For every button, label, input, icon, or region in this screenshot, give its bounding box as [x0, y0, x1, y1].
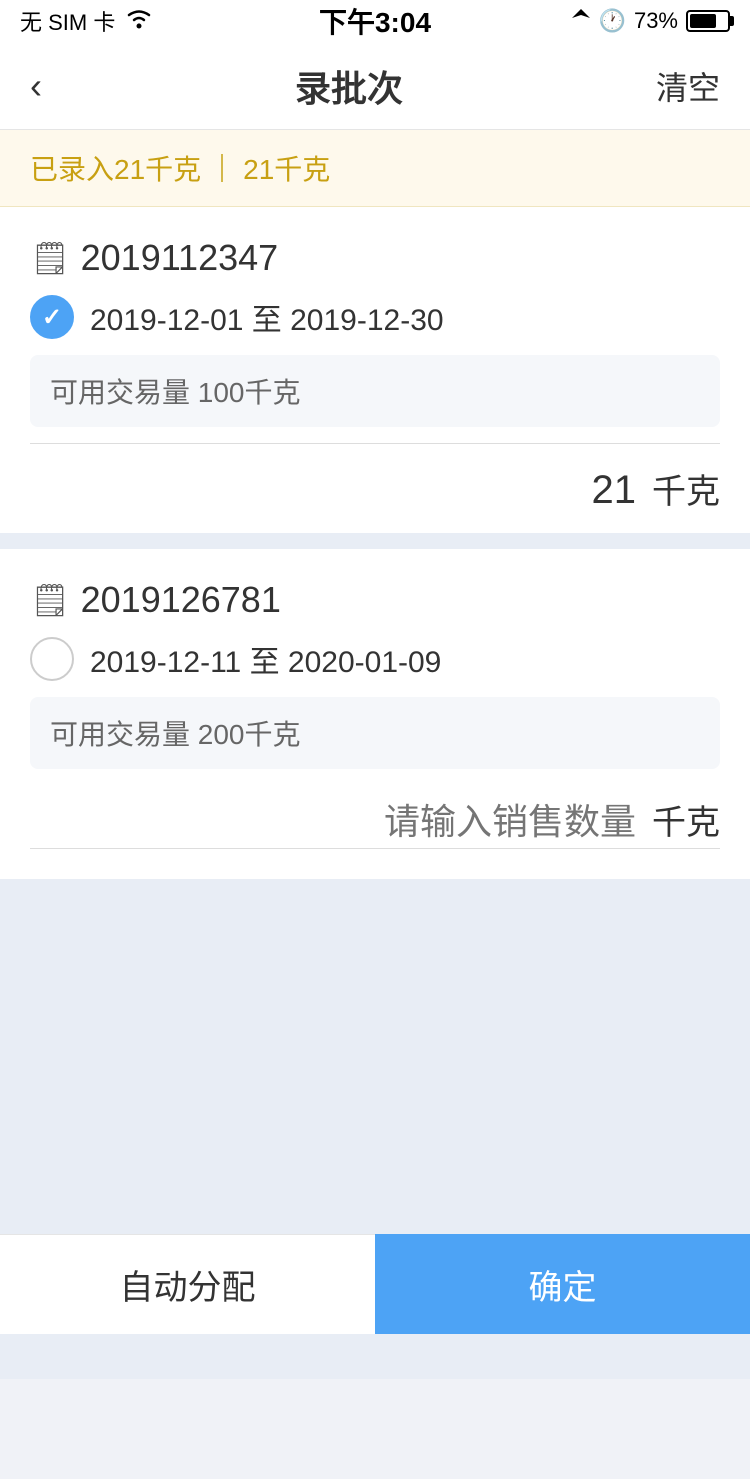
- batch-card-1: 🗒 2019112347 ✓ 2019-12-01 至 2019-12-30 可…: [0, 207, 750, 533]
- radio-1[interactable]: ✓: [30, 295, 74, 339]
- batch-amount-unit-2: 千克: [652, 795, 720, 844]
- batch-avail-box-1: 可用交易量 100千克: [30, 355, 720, 427]
- batch-header-1: 🗒 2019112347: [30, 237, 720, 279]
- info-divider: [221, 154, 223, 182]
- carrier-text: 无 SIM 卡: [20, 5, 115, 37]
- batch-avail-text-2: 可用交易量 200千克: [50, 719, 301, 750]
- info-amount: 21千克: [243, 148, 330, 188]
- status-bar: 无 SIM 卡 下午3:04 🕐 73%: [0, 0, 750, 42]
- nav-bar: ‹ 录批次 清空: [0, 42, 750, 130]
- battery-icon: [686, 10, 730, 32]
- clear-button[interactable]: 清空: [656, 63, 720, 109]
- back-button[interactable]: ‹: [30, 65, 42, 107]
- batch-id-1: 2019112347: [81, 237, 279, 279]
- batch-file-icon-2: 🗒: [30, 581, 71, 619]
- batch-amount-value-1: 21: [592, 468, 637, 513]
- batch-card-2: 🗒 2019126781 2019-12-11 至 2020-01-09 可用交…: [0, 549, 750, 879]
- wifi-icon: [125, 7, 153, 35]
- batch-date-1: 2019-12-01 至 2019-12-30: [90, 295, 444, 339]
- batch-date-row-1: ✓ 2019-12-01 至 2019-12-30: [30, 295, 720, 339]
- bottom-bar: 自动分配 确定: [0, 1234, 750, 1334]
- info-banner: 已录入21千克 21千克: [0, 130, 750, 207]
- batch-amount-row-1: 21 千克: [30, 454, 720, 513]
- batch-id-2: 2019126781: [81, 579, 281, 621]
- nav-title: 录批次: [295, 60, 403, 112]
- batch-date-row-2: 2019-12-11 至 2020-01-09: [30, 637, 720, 681]
- radio-2[interactable]: [30, 637, 74, 681]
- batch-amount-input-2[interactable]: [30, 801, 636, 843]
- check-icon-1: ✓: [42, 303, 62, 332]
- batch-avail-text-1: 可用交易量 100千克: [50, 377, 301, 408]
- location-icon: [571, 8, 591, 34]
- alarm-icon: 🕐: [599, 8, 626, 34]
- recorded-label: 已录入21千克: [30, 148, 201, 188]
- batch-date-2: 2019-12-11 至 2020-01-09: [90, 637, 441, 681]
- battery-percent: 73%: [634, 8, 678, 34]
- status-time: 下午3:04: [319, 1, 431, 41]
- batch-input-underline-2: [30, 848, 720, 849]
- batch-header-2: 🗒 2019126781: [30, 579, 720, 621]
- auto-distribute-button[interactable]: 自动分配: [0, 1234, 375, 1334]
- status-right: 🕐 73%: [571, 8, 730, 34]
- status-left: 无 SIM 卡: [20, 5, 153, 37]
- confirm-button[interactable]: 确定: [375, 1234, 750, 1334]
- batch-input-underline-1: [30, 443, 720, 444]
- batch-file-icon-1: 🗒: [30, 239, 71, 277]
- batch-amount-unit-1: 千克: [652, 464, 720, 513]
- batch-avail-box-2: 可用交易量 200千克: [30, 697, 720, 769]
- batch-separator-1: [0, 533, 750, 549]
